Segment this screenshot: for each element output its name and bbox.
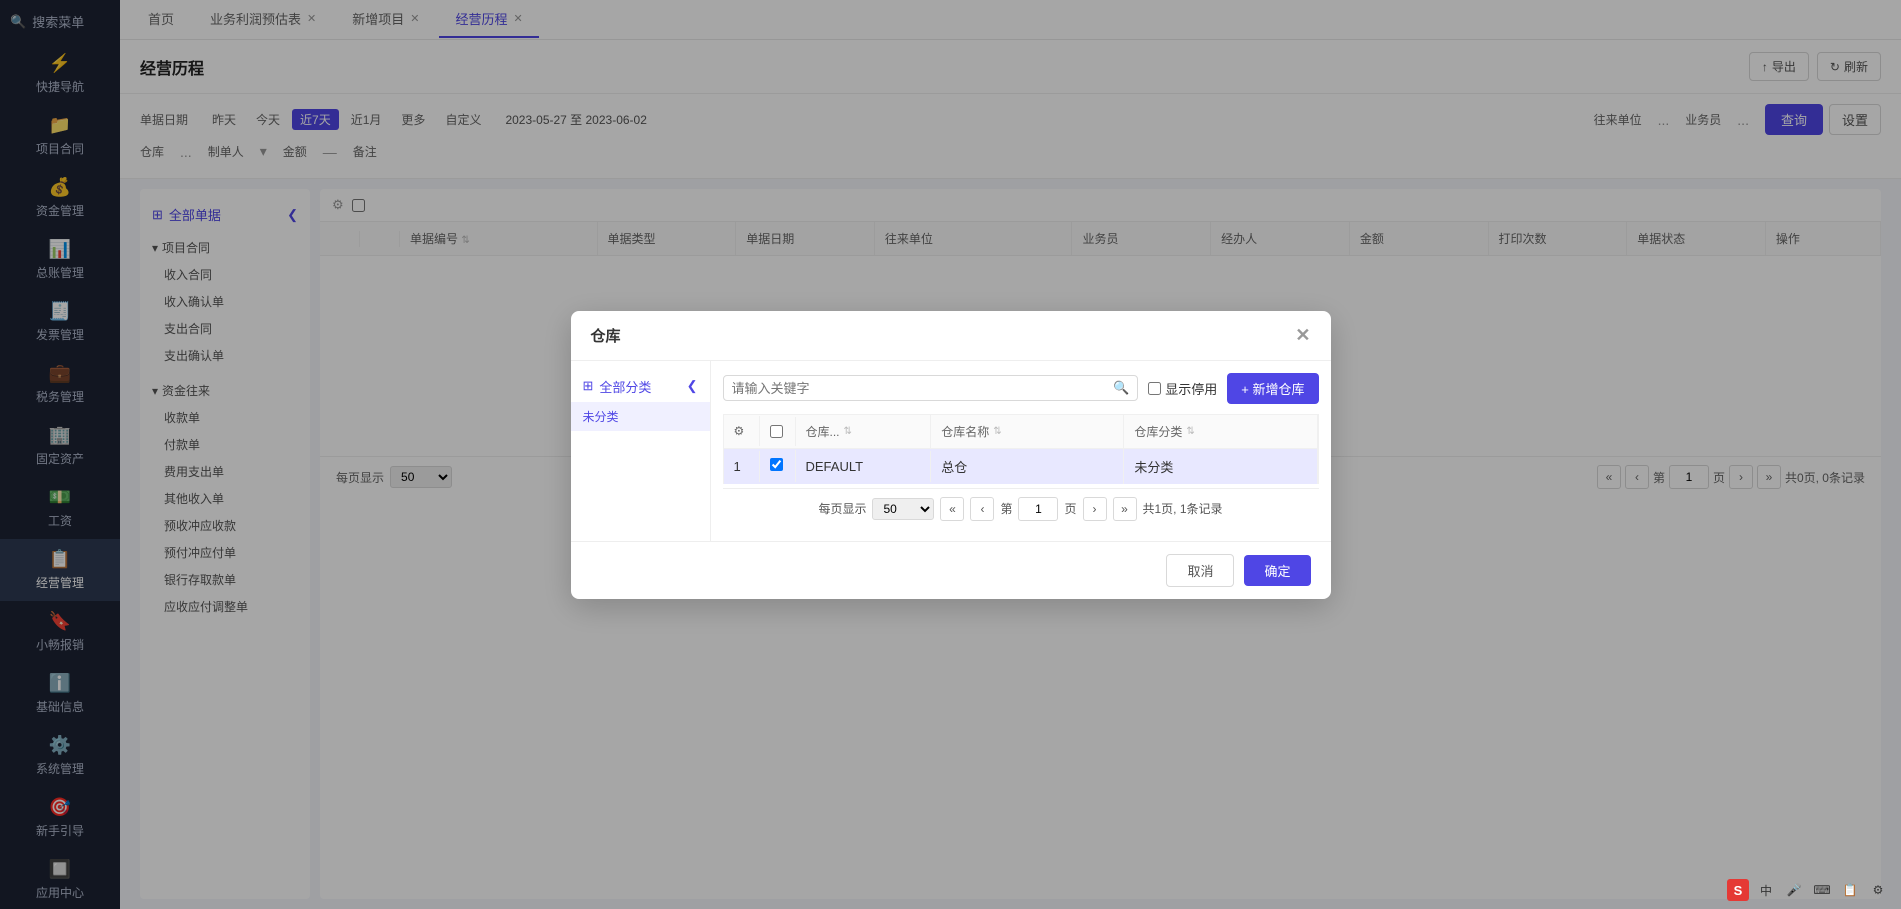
warehouse-modal: 仓库 ✕ ⊞ 全部分类 ❮ 未分类 🔍 bbox=[571, 311, 1331, 599]
modal-main-content: 🔍 显示停用 + 新增仓库 ⚙ bbox=[711, 361, 1331, 541]
modal-sidebar-unclassified[interactable]: 未分类 bbox=[571, 402, 710, 431]
modal-overlay: 仓库 ✕ ⊞ 全部分类 ❮ 未分类 🔍 bbox=[0, 0, 1901, 909]
modal-per-page-label: 每页显示 bbox=[818, 500, 866, 517]
tray-s-icon[interactable]: S bbox=[1727, 879, 1749, 901]
modal-th-category: 仓库分类 ⇅ bbox=[1124, 415, 1317, 448]
modal-per-page-select[interactable]: 50 bbox=[872, 498, 934, 520]
modal-next-btn[interactable]: › bbox=[1083, 497, 1107, 521]
modal-actions: 取消 确定 bbox=[571, 541, 1331, 599]
modal-sort-name-icon[interactable]: ⇅ bbox=[993, 426, 1001, 437]
modal-body: ⊞ 全部分类 ❮ 未分类 🔍 显示停用 + 新增仓库 bbox=[571, 361, 1331, 541]
modal-select-all-checkbox[interactable] bbox=[770, 425, 783, 438]
system-tray: S 中 🎤 ⌨ 📋 ⚙ bbox=[1727, 879, 1889, 901]
modal-row-checkbox-cell bbox=[760, 450, 796, 482]
modal-row-code: DEFAULT bbox=[796, 451, 932, 482]
modal-search-input[interactable] bbox=[732, 381, 1108, 396]
tray-mic-icon[interactable]: 🎤 bbox=[1783, 879, 1805, 901]
modal-row-checkbox[interactable] bbox=[770, 458, 783, 471]
show-disabled-checkbox-label[interactable]: 显示停用 bbox=[1148, 379, 1217, 398]
modal-sidebar-collapse-icon[interactable]: ❮ bbox=[687, 378, 698, 394]
modal-total-count: 共1页, 1条记录 bbox=[1143, 500, 1223, 517]
modal-table-row[interactable]: 1 DEFAULT 总仓 未分类 bbox=[723, 448, 1319, 484]
modal-th-settings: ⚙ bbox=[724, 416, 760, 446]
modal-confirm-button[interactable]: 确定 bbox=[1244, 555, 1310, 586]
modal-toolbar: 🔍 显示停用 + 新增仓库 bbox=[723, 373, 1319, 404]
modal-close-button[interactable]: ✕ bbox=[1295, 325, 1310, 346]
modal-prev-prev-btn[interactable]: « bbox=[940, 497, 964, 521]
modal-table: ⚙ 仓库... ⇅ 仓库名称 ⇅ bbox=[723, 414, 1319, 484]
modal-next-next-btn[interactable]: » bbox=[1113, 497, 1137, 521]
modal-settings-gear-icon[interactable]: ⚙ bbox=[734, 424, 745, 438]
modal-th-name: 仓库名称 ⇅ bbox=[931, 415, 1124, 448]
modal-page-input[interactable] bbox=[1018, 497, 1058, 521]
modal-header: 仓库 ✕ bbox=[571, 311, 1331, 361]
modal-search-icon[interactable]: 🔍 bbox=[1113, 380, 1129, 396]
modal-page-unit: 页 bbox=[1064, 500, 1076, 517]
show-disabled-checkbox[interactable] bbox=[1148, 382, 1161, 395]
modal-row-index: 1 bbox=[724, 451, 760, 482]
modal-row-name: 总仓 bbox=[931, 449, 1124, 484]
modal-sort-code-icon[interactable]: ⇅ bbox=[844, 426, 852, 437]
modal-prev-btn[interactable]: ‹ bbox=[970, 497, 994, 521]
modal-page-label-pre: 第 bbox=[1000, 500, 1012, 517]
modal-all-label: 全部分类 bbox=[599, 377, 651, 396]
modal-search-box: 🔍 bbox=[723, 375, 1139, 401]
modal-th-checkbox bbox=[760, 417, 796, 446]
tray-clipboard-icon[interactable]: 📋 bbox=[1839, 879, 1861, 901]
modal-sidebar: ⊞ 全部分类 ❮ 未分类 bbox=[571, 361, 711, 541]
tray-cn-icon[interactable]: 中 bbox=[1755, 879, 1777, 901]
modal-cancel-button[interactable]: 取消 bbox=[1166, 554, 1234, 587]
tray-keyboard-icon[interactable]: ⌨ bbox=[1811, 879, 1833, 901]
modal-table-header: ⚙ 仓库... ⇅ 仓库名称 ⇅ bbox=[723, 414, 1319, 448]
modal-title: 仓库 bbox=[591, 325, 621, 346]
modal-sort-category-icon[interactable]: ⇅ bbox=[1186, 426, 1194, 437]
modal-pagination: 每页显示 50 « ‹ 第 页 › » 共1页, 1条记录 bbox=[723, 488, 1319, 529]
show-disabled-label: 显示停用 bbox=[1165, 379, 1217, 398]
grid-icon-modal: ⊞ bbox=[583, 378, 594, 394]
modal-th-code: 仓库... ⇅ bbox=[796, 415, 932, 448]
add-warehouse-button[interactable]: + 新增仓库 bbox=[1227, 373, 1318, 404]
modal-row-category: 未分类 bbox=[1124, 449, 1317, 484]
modal-sidebar-all[interactable]: ⊞ 全部分类 ❮ bbox=[571, 371, 710, 402]
tray-settings-icon[interactable]: ⚙ bbox=[1867, 879, 1889, 901]
